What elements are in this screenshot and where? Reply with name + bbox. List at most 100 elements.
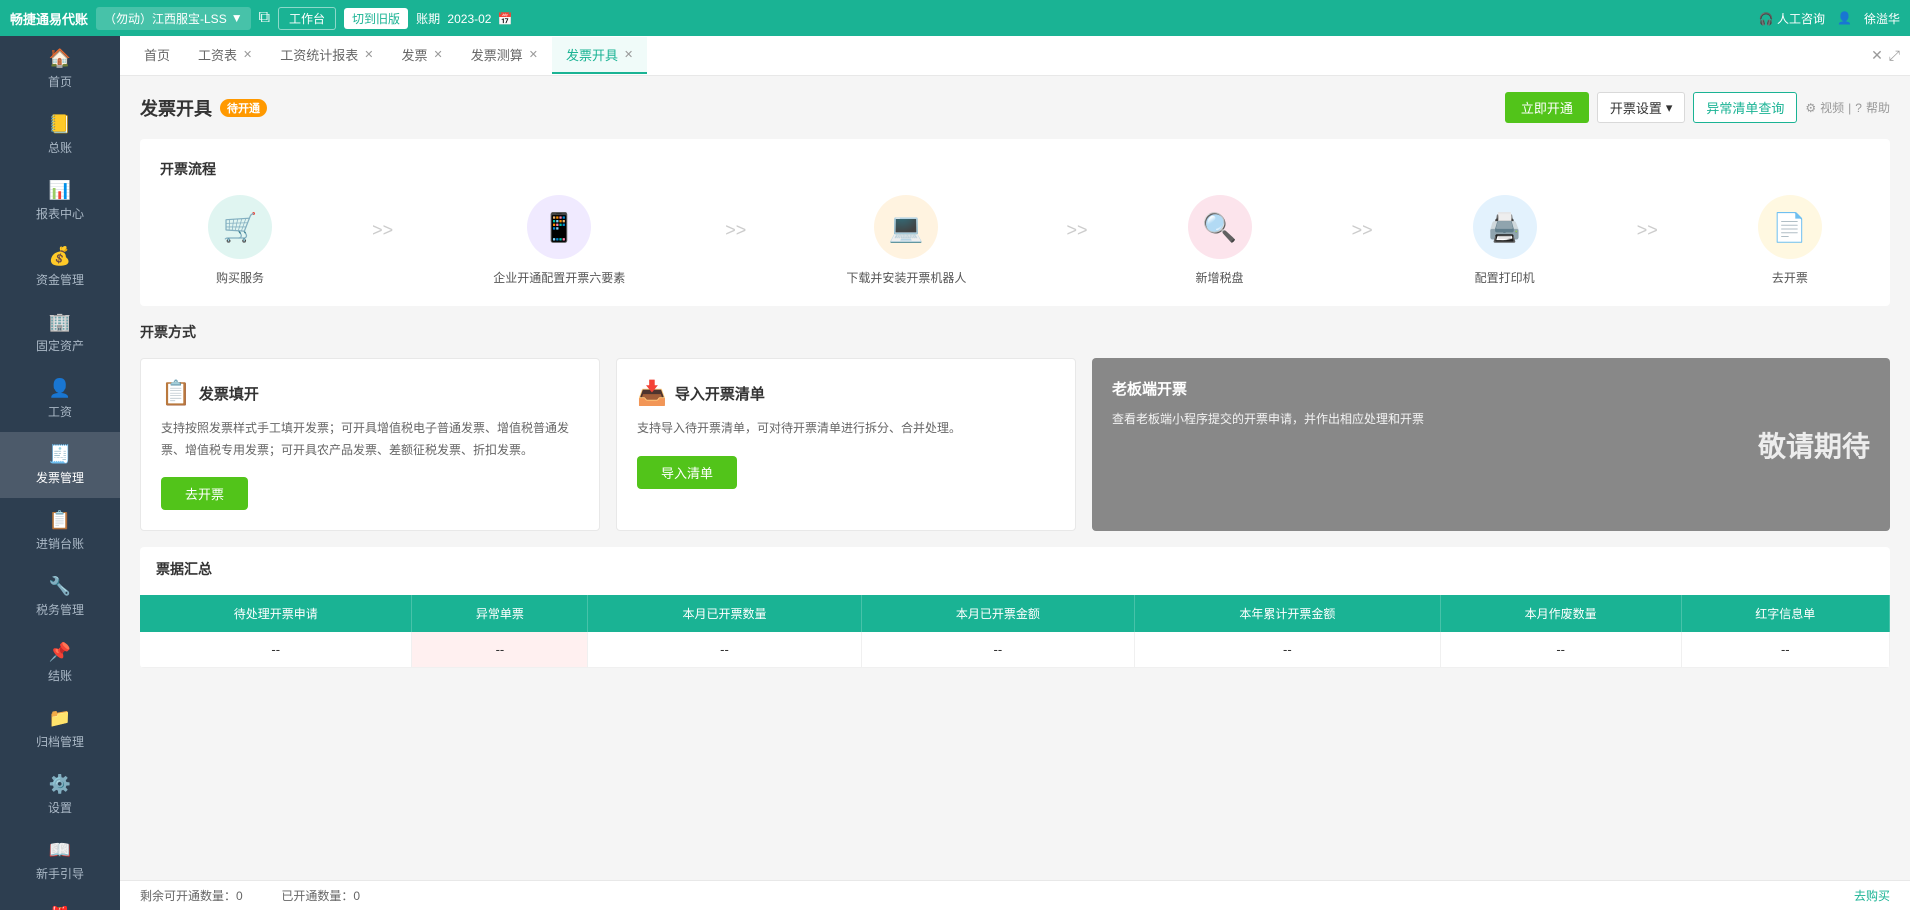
manual-card-desc: 支持按照发票样式手工填开发票；可开具增值税电子普通发票、增值税普通发票、增值税专… [161,418,579,461]
status-badge: 待开通 [220,99,267,117]
open-now-button[interactable]: 立即开通 [1505,92,1589,123]
col-header-month-void: 本月作废数量 [1440,595,1681,632]
tab-close-icon[interactable]: ✕ [364,48,373,61]
video-icon: ⚙ [1805,101,1816,115]
tab-bar: 首页 工资表 ✕ 工资统计报表 ✕ 发票 ✕ 发票测算 ✕ [120,36,1910,76]
funds-icon: 💰 [49,246,71,267]
cell-month-count: -- [588,632,861,668]
flow-step-buy: 🛒 购买服务 [208,195,272,286]
sidebar-item-home[interactable]: 🏠 首页 [0,36,120,102]
purchase-sales-icon: 📋 [49,510,71,531]
tab-payroll-stats[interactable]: 工资统计报表 ✕ [266,37,387,74]
sidebar-item-label: 固定资产 [36,337,84,354]
tab-restore-icon[interactable]: ⤢ [1889,47,1900,64]
col-header-abnormal: 异常单票 [412,595,588,632]
tabs-container: 首页 工资表 ✕ 工资统计报表 ✕ 发票 ✕ 发票测算 ✕ [130,37,647,74]
flow-arrow-1: >> [368,220,397,241]
tab-close-all-icon[interactable]: ✕ [1871,47,1883,64]
tab-close-icon[interactable]: ✕ [243,48,252,61]
taxdisk-icon: 🔍 [1188,195,1252,259]
cell-pending: -- [140,632,412,668]
billing-section: 开票方式 📋 发票填开 支持按照发票样式手工填开发票；可开具增值税电子普通发票、… [140,322,1890,531]
tab-close-icon[interactable]: ✕ [529,48,538,61]
content-area: 首页 工资表 ✕ 工资统计报表 ✕ 发票 ✕ 发票测算 ✕ [120,36,1910,910]
tab-home[interactable]: 首页 [130,37,184,74]
sidebar-item-settlement[interactable]: 📌 结账 [0,630,120,696]
sidebar-item-payroll[interactable]: 👤 工资 [0,366,120,432]
payroll-icon: 👤 [49,378,71,399]
page-title: 发票开具 待开通 [140,95,267,121]
assets-icon: 🏢 [49,312,71,333]
import-card-icon: 📥 [637,379,667,408]
tab-invoice-calc[interactable]: 发票测算 ✕ [457,37,552,74]
tab-close-icon[interactable]: ✕ [434,48,443,61]
workspace-button[interactable]: 工作台 [278,7,336,30]
sidebar-item-ledger[interactable]: 📒 总账 [0,102,120,168]
old-terminal-desc: 查看老板端小程序提交的开票申请，并作出相应处理和开票 [1112,409,1870,431]
tax-icon: 🔧 [49,576,71,597]
sidebar-item-label: 进销台账 [36,535,84,552]
summary-section-title: 票据汇总 [140,547,1890,579]
sidebar-item-label: 首页 [48,73,72,90]
sidebar-item-purchase-sales[interactable]: 📋 进销台账 [0,498,120,564]
process-flow-section: 开票流程 🛒 购买服务 >> 📱 企业开通配置开票六要素 >> [140,139,1890,306]
sidebar-item-assets[interactable]: 🏢 固定资产 [0,300,120,366]
title-actions: 立即开通 开票设置 ▾ 异常清单查询 ⚙ 视频 | ? 帮助 [1505,92,1890,123]
coming-soon-label: 敬请期待 [1758,425,1870,465]
help-icon: ? [1855,101,1862,115]
tab-invoice[interactable]: 发票 ✕ [387,37,456,74]
support-label[interactable]: 🎧 人工咨询 [1759,10,1825,27]
tab-actions: ✕ ⤢ [1871,47,1900,64]
open-settings-button[interactable]: 开票设置 ▾ [1597,92,1686,123]
tab-payroll-table[interactable]: 工资表 ✕ [184,37,266,74]
bottom-bar-info: 剩余可开通数量：0 已开通数量：0 [140,887,360,904]
import-card-title: 📥 导入开票清单 [637,379,1055,408]
printer-icon: 🖨️ [1473,195,1537,259]
guide-icon: 📖 [49,840,71,861]
help-section: ⚙ 视频 | ? 帮助 [1805,99,1890,116]
process-section-title: 开票流程 [160,159,1870,179]
cell-abnormal: -- [412,632,588,668]
sidebar-item-archive[interactable]: 📁 归档管理 [0,696,120,762]
manual-billing-card: 📋 发票填开 支持按照发票样式手工填开发票；可开具增值税电子普通发票、增值税普通… [140,358,600,531]
table-row: -- -- -- -- -- -- -- [140,632,1890,668]
abnormal-query-button[interactable]: 异常清单查询 [1693,92,1797,123]
billing-methods-row: 📋 发票填开 支持按照发票样式手工填开发票；可开具增值税电子普通发票、增值税普通… [140,358,1890,531]
sidebar-item-guide[interactable]: 📖 新手引导 [0,828,120,894]
sidebar-item-member[interactable]: 🎁 畅会员 [0,894,120,910]
config-icon: 📱 [527,195,591,259]
old-terminal-title: 老板端开票 [1112,378,1870,399]
flow-step-printer: 🖨️ 配置打印机 [1473,195,1537,286]
buy-link[interactable]: 去购买 [1854,887,1890,904]
invoices-icon: 🧾 [49,444,71,465]
tab-invoice-issue[interactable]: 发票开具 ✕ [552,37,647,74]
archive-icon: 📁 [49,708,71,729]
flow-arrow-4: >> [1348,220,1377,241]
sidebar-item-label: 资金管理 [36,271,84,288]
user-name: 徐溢华 [1864,10,1900,27]
remaining-label: 剩余可开通数量：0 [140,889,243,903]
sidebar-item-tax[interactable]: 🔧 税务管理 [0,564,120,630]
top-bar-left: 畅捷通易代账 （勿动）江西服宝-LSS ▼ ⧉ 工作台 切到旧版 账期 2023… [10,7,513,30]
manual-card-title: 📋 发票填开 [161,379,579,408]
billing-section-title: 开票方式 [140,322,1890,342]
old-terminal-card: 老板端开票 查看老板端小程序提交的开票申请，并作出相应处理和开票 敬请期待 [1092,358,1890,531]
ledger-icon: 📒 [49,114,71,135]
go-issue-button[interactable]: 去开票 [161,477,248,510]
sidebar-item-settings[interactable]: ⚙️ 设置 [0,762,120,828]
sidebar-item-label: 归档管理 [36,733,84,750]
sidebar-item-invoices[interactable]: 🧾 发票管理 [0,432,120,498]
top-bar-right: 🎧 人工咨询 👤 徐溢华 [1759,10,1900,27]
switch-old-button[interactable]: 切到旧版 [344,8,408,29]
tab-close-icon[interactable]: ✕ [624,48,633,61]
flow-step-label: 下载并安装开票机器人 [846,269,966,286]
sidebar-item-funds[interactable]: 💰 资金管理 [0,234,120,300]
reports-icon: 📊 [49,180,71,201]
summary-table: 待处理开票申请 异常单票 本月已开票数量 本月已开票金额 本年累计开票金额 本月… [140,595,1890,668]
company-selector[interactable]: （勿动）江西服宝-LSS ▼ [96,7,251,30]
import-list-button[interactable]: 导入清单 [637,456,737,489]
flow-step-download: 💻 下载并安装开票机器人 [846,195,966,286]
flow-step-label: 新增税盘 [1196,269,1244,286]
sidebar-item-reports[interactable]: 📊 报表中心 [0,168,120,234]
page-content: 发票开具 待开通 立即开通 开票设置 ▾ 异常清单查询 ⚙ 视频 | ? [120,76,1910,880]
